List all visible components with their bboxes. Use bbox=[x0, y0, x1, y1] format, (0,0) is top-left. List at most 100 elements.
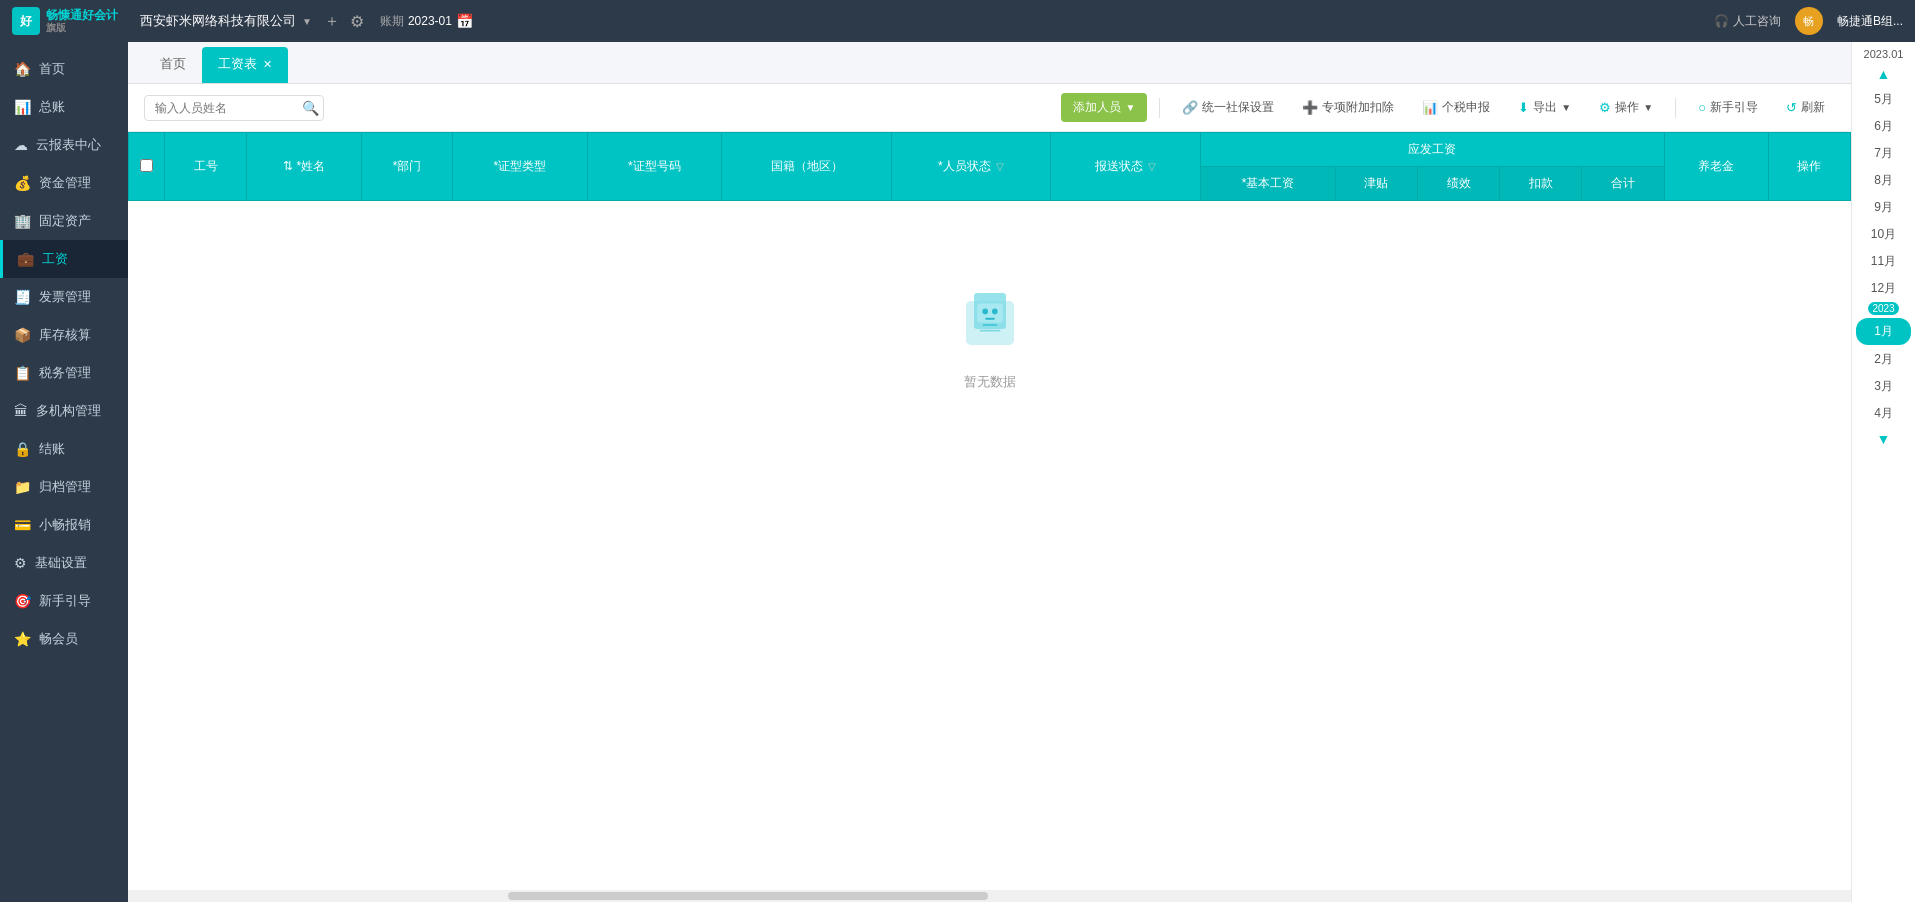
year-badge-2023: 2023 bbox=[1868, 302, 1898, 315]
company-selector[interactable]: 西安虾米网络科技有限公司 ▼ bbox=[140, 12, 312, 30]
add-person-button[interactable]: 添加人员 ▼ bbox=[1061, 93, 1147, 122]
month-8[interactable]: 8月 bbox=[1852, 167, 1915, 194]
th-allowance: 津贴 bbox=[1335, 167, 1417, 201]
right-panel-header: 2023.01 bbox=[1860, 46, 1908, 62]
multi-org-icon: 🏛 bbox=[14, 403, 28, 419]
sidebar-label-tax: 税务管理 bbox=[39, 364, 91, 382]
archive-icon: 📁 bbox=[14, 479, 31, 495]
sidebar-label-close: 结账 bbox=[39, 440, 65, 458]
app-edition: 旗版 bbox=[46, 22, 118, 34]
guide-button[interactable]: ○ 新手引导 bbox=[1688, 94, 1768, 121]
period-label: 账期 bbox=[380, 13, 404, 30]
export-button[interactable]: ⬇ 导出 ▼ bbox=[1508, 94, 1581, 121]
svg-point-6 bbox=[982, 309, 988, 315]
tab-salary-label: 工资表 bbox=[218, 55, 257, 73]
month-10[interactable]: 10月 bbox=[1852, 221, 1915, 248]
operations-button[interactable]: ⚙ 操作 ▼ bbox=[1589, 94, 1663, 121]
export-icon: ⬇ bbox=[1518, 100, 1529, 115]
sidebar-label-archive: 归档管理 bbox=[39, 478, 91, 496]
assets-icon: 🏢 bbox=[14, 213, 31, 229]
invoice-icon: 🧾 bbox=[14, 289, 31, 305]
search-input[interactable] bbox=[144, 95, 324, 121]
month-12[interactable]: 12月 bbox=[1852, 275, 1915, 302]
sidebar-item-inventory[interactable]: 📦 库存核算 bbox=[0, 316, 128, 354]
month-6[interactable]: 6月 bbox=[1852, 113, 1915, 140]
user-avatar: 畅 bbox=[1795, 7, 1823, 35]
sidebar-item-close[interactable]: 🔒 结账 bbox=[0, 430, 128, 468]
nav-down-icon[interactable]: ▼ bbox=[1873, 427, 1895, 451]
special-deduction-button[interactable]: ➕ 专项附加扣除 bbox=[1292, 94, 1404, 121]
th-deductions: 扣款 bbox=[1500, 167, 1582, 201]
sidebar-label-fixed-assets: 固定资产 bbox=[39, 212, 91, 230]
month-2[interactable]: 2月 bbox=[1852, 346, 1915, 373]
settings-icon[interactable]: ⚙ bbox=[350, 12, 364, 31]
tab-home[interactable]: 首页 bbox=[144, 47, 202, 83]
month-1[interactable]: 1月 bbox=[1856, 318, 1911, 345]
right-panel: 2023.01 ▲ 5月 6月 7月 8月 9月 10月 11月 12月 202… bbox=[1851, 42, 1915, 902]
sidebar-item-guide[interactable]: 🎯 新手引导 bbox=[0, 582, 128, 620]
export-label: 导出 bbox=[1533, 99, 1557, 116]
header-actions: ＋ ⚙ bbox=[324, 11, 364, 32]
sidebar-item-expense[interactable]: 💳 小畅报销 bbox=[0, 506, 128, 544]
th-region: 国籍（地区） bbox=[722, 133, 892, 201]
filter-icon-status[interactable]: ▽ bbox=[996, 161, 1004, 172]
sidebar-item-fixed-assets[interactable]: 🏢 固定资产 bbox=[0, 202, 128, 240]
social-security-icon: 🔗 bbox=[1182, 100, 1198, 115]
expense-icon: 💳 bbox=[14, 517, 31, 533]
month-7[interactable]: 7月 bbox=[1852, 140, 1915, 167]
personal-tax-label: 个税申报 bbox=[1442, 99, 1490, 116]
social-security-button[interactable]: 🔗 统一社保设置 bbox=[1172, 94, 1284, 121]
sidebar-item-cloud-report[interactable]: ☁ 云报表中心 bbox=[0, 126, 128, 164]
top-header: 好 畅慷通好会计 旗版 西安虾米网络科技有限公司 ▼ ＋ ⚙ 账期 2023-0… bbox=[0, 0, 1915, 42]
divider-1 bbox=[1159, 98, 1160, 118]
calendar-icon[interactable]: 📅 bbox=[456, 13, 473, 29]
sidebar-item-fund[interactable]: 💰 资金管理 bbox=[0, 164, 128, 202]
th-performance: 绩效 bbox=[1418, 167, 1500, 201]
add-company-icon[interactable]: ＋ bbox=[324, 11, 340, 32]
month-4[interactable]: 4月 bbox=[1852, 400, 1915, 427]
sidebar-label-member: 畅会员 bbox=[39, 630, 78, 648]
th-checkbox[interactable] bbox=[129, 133, 165, 201]
service-button[interactable]: 🎧 人工咨询 bbox=[1714, 13, 1781, 30]
select-all-checkbox[interactable] bbox=[140, 159, 153, 172]
sidebar-label-guide: 新手引导 bbox=[39, 592, 91, 610]
search-button[interactable]: 🔍 bbox=[302, 100, 319, 116]
table-scroll-bar[interactable] bbox=[128, 890, 1851, 902]
sidebar-item-member[interactable]: ⭐ 畅会员 bbox=[0, 620, 128, 658]
guide-label: 新手引导 bbox=[1710, 99, 1758, 116]
guide-icon: 🎯 bbox=[14, 593, 31, 609]
sidebar-item-ledger[interactable]: 📊 总账 bbox=[0, 88, 128, 126]
th-id-number: *证型号码 bbox=[587, 133, 722, 201]
th-employee-id: 工号 bbox=[165, 133, 247, 201]
sidebar-item-salary[interactable]: 💼 工资 bbox=[0, 240, 128, 278]
month-11[interactable]: 11月 bbox=[1852, 248, 1915, 275]
sidebar-item-multi-org[interactable]: 🏛 多机构管理 bbox=[0, 392, 128, 430]
month-3[interactable]: 3月 bbox=[1852, 373, 1915, 400]
sidebar-label-home: 首页 bbox=[39, 60, 65, 78]
filter-icon-report[interactable]: ▽ bbox=[1148, 161, 1156, 172]
sidebar-item-invoice[interactable]: 🧾 发票管理 bbox=[0, 278, 128, 316]
salary-icon: 💼 bbox=[17, 251, 34, 267]
sidebar-item-tax[interactable]: 📋 税务管理 bbox=[0, 354, 128, 392]
tab-salary[interactable]: 工资表 ✕ bbox=[202, 47, 288, 83]
sidebar-item-archive[interactable]: 📁 归档管理 bbox=[0, 468, 128, 506]
company-dropdown-icon[interactable]: ▼ bbox=[302, 16, 312, 27]
month-9[interactable]: 9月 bbox=[1852, 194, 1915, 221]
refresh-button[interactable]: ↺ 刷新 bbox=[1776, 94, 1835, 121]
th-report-status: 报送状态 ▽ bbox=[1050, 133, 1200, 201]
period-value: 2023-01 bbox=[408, 14, 452, 28]
sidebar-item-settings[interactable]: ⚙ 基础设置 bbox=[0, 544, 128, 582]
month-5[interactable]: 5月 bbox=[1852, 86, 1915, 113]
add-person-label: 添加人员 bbox=[1073, 99, 1121, 116]
nav-up-icon[interactable]: ▲ bbox=[1873, 62, 1895, 86]
table-container[interactable]: 工号 ⇅ *姓名 *部门 *证型类型 *证型号码 bbox=[128, 132, 1851, 890]
personal-tax-button[interactable]: 📊 个税申报 bbox=[1412, 94, 1500, 121]
export-dropdown-icon: ▼ bbox=[1561, 102, 1571, 113]
salary-table: 工号 ⇅ *姓名 *部门 *证型类型 *证型号码 bbox=[128, 132, 1851, 471]
empty-state-row: 暂无数据 bbox=[129, 201, 1851, 472]
sidebar-item-home[interactable]: 🏠 首页 bbox=[0, 50, 128, 88]
tab-close-icon[interactable]: ✕ bbox=[263, 58, 272, 71]
sidebar-label-multi-org: 多机构管理 bbox=[36, 402, 101, 420]
th-department: *部门 bbox=[362, 133, 453, 201]
table-scroll-thumb[interactable] bbox=[508, 892, 988, 900]
